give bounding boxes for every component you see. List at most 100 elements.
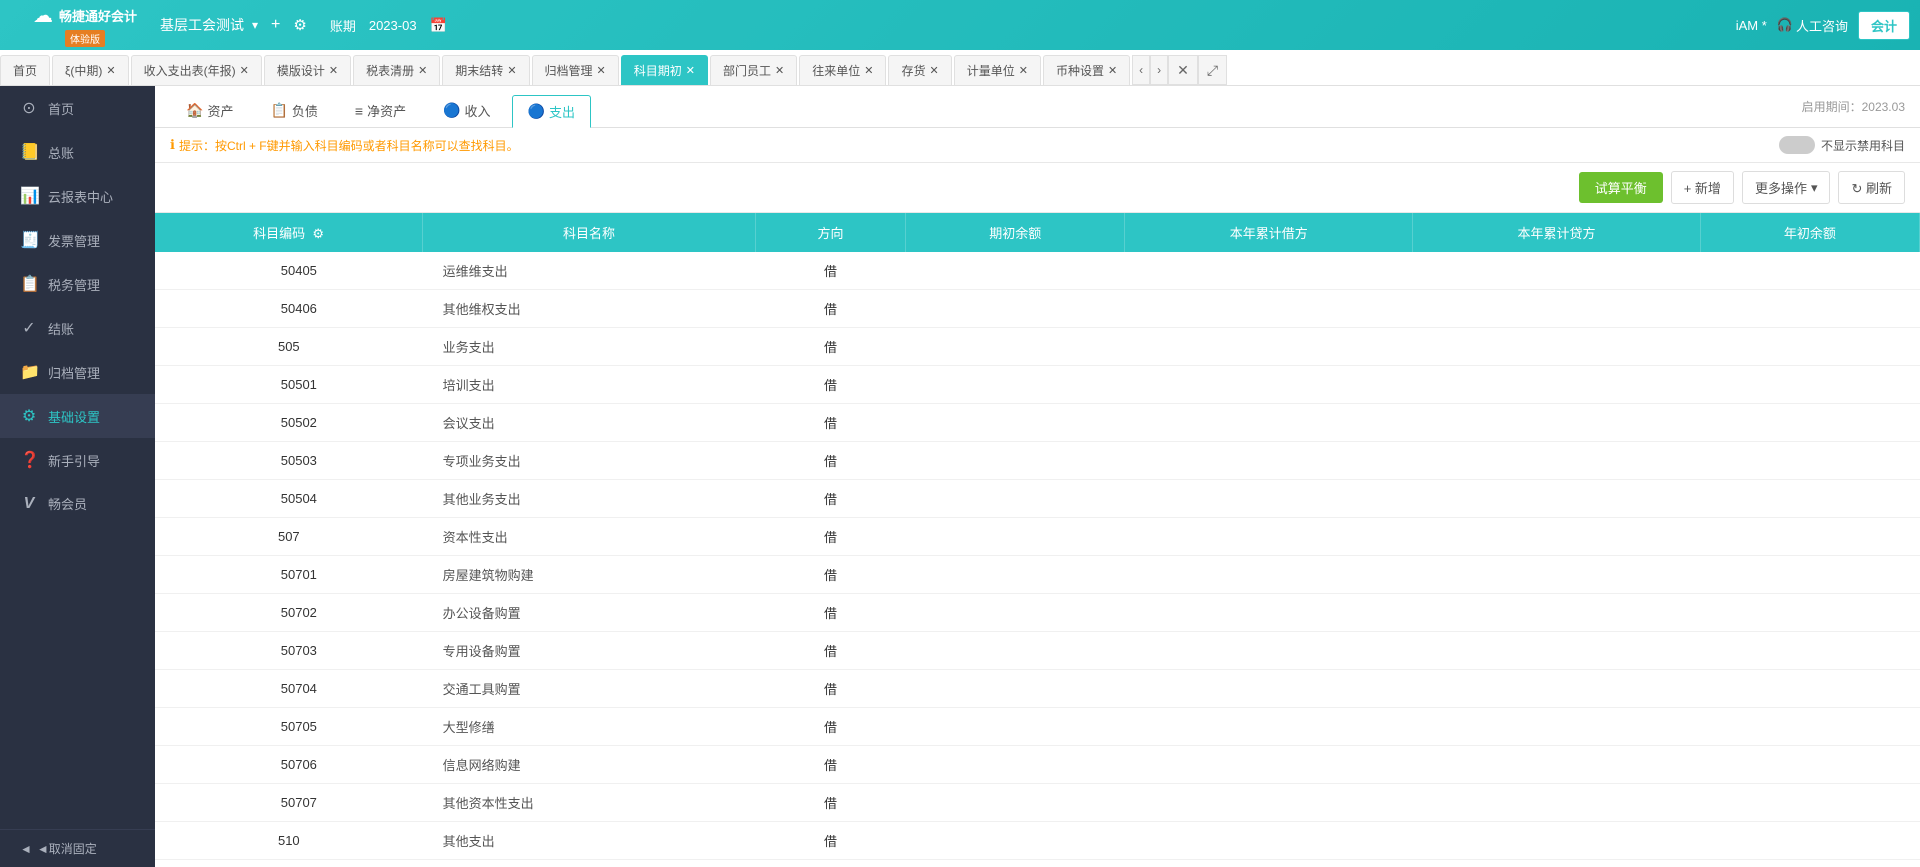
sidebar-item-guide[interactable]: ❓ 新手引导 — [0, 438, 155, 482]
table-row[interactable]: 50702 办公设备购置 借 — [155, 594, 1920, 632]
settings-icon[interactable]: ⚙ — [293, 16, 306, 34]
subtab-income-label: 收入 — [465, 101, 491, 120]
table-row[interactable]: 50706 信息网络购建 借 — [155, 746, 1920, 784]
table-row[interactable]: 50705 大型修缮 借 — [155, 708, 1920, 746]
cell-year-balance — [1700, 632, 1919, 670]
calendar-icon[interactable]: 📅 — [430, 17, 447, 34]
sidebar-item-home[interactable]: ⊙ 首页 — [0, 86, 155, 130]
cell-name: 信息网络购建 — [423, 746, 756, 784]
table-row[interactable]: 50504 其他业务支出 借 — [155, 480, 1920, 518]
gear-icon[interactable]: ⚙ — [312, 226, 324, 241]
tab-expand-button[interactable]: ⤢ — [1198, 55, 1227, 85]
table-row[interactable]: 505 业务支出 借 — [155, 328, 1920, 366]
table-row[interactable]: 50503 专项业务支出 借 — [155, 442, 1920, 480]
refresh-button[interactable]: ↻ 刷新 — [1838, 171, 1905, 204]
cell-code: 505 — [155, 328, 423, 366]
account-button[interactable]: 会计 — [1858, 11, 1910, 40]
subtab-income[interactable]: 🔵 收入 — [427, 94, 506, 127]
sidebar-item-archive[interactable]: 📁 归档管理 — [0, 350, 155, 394]
cell-name: 业务支出 — [423, 328, 756, 366]
tab-department-close[interactable]: ✕ — [775, 64, 784, 77]
sidebar-item-ledger[interactable]: 📒 总账 — [0, 130, 155, 174]
tab-inventory-close[interactable]: ✕ — [929, 64, 938, 77]
cell-year-balance — [1700, 822, 1919, 860]
cell-balance — [906, 746, 1125, 784]
sidebar-item-settings[interactable]: ⚙ 基础设置 — [0, 394, 155, 438]
cell-year-balance — [1700, 480, 1919, 518]
tab-template-close[interactable]: ✕ — [329, 64, 338, 77]
tab-cashflow-label: ξ(中期) — [65, 62, 102, 79]
tab-currency[interactable]: 币种设置 ✕ — [1043, 55, 1130, 85]
cell-code: 507 — [155, 518, 423, 556]
tab-inventory[interactable]: 存货 ✕ — [888, 55, 951, 85]
tab-home[interactable]: 首页 — [0, 55, 50, 85]
cell-code: 50405 — [155, 252, 423, 290]
cell-credit-year — [1413, 594, 1701, 632]
cell-credit-year — [1413, 708, 1701, 746]
tab-unit[interactable]: 往来单位 ✕ — [799, 55, 886, 85]
tab-subject-init[interactable]: 科目期初 ✕ — [621, 55, 708, 85]
cell-code: 50504 — [155, 480, 423, 518]
tab-measure[interactable]: 计量单位 ✕ — [954, 55, 1041, 85]
table-row[interactable]: 507 资本性支出 借 — [155, 518, 1920, 556]
table-row[interactable]: 50502 会议支出 借 — [155, 404, 1920, 442]
tab-currency-close[interactable]: ✕ — [1108, 64, 1117, 77]
table-row[interactable]: 50405 运维维支出 借 — [155, 252, 1920, 290]
add-company-icon[interactable]: + — [271, 16, 280, 34]
tab-period-end-close[interactable]: ✕ — [507, 64, 516, 77]
toggle-switch[interactable] — [1779, 136, 1815, 154]
sidebar-item-tax[interactable]: 📋 税务管理 — [0, 262, 155, 306]
balance-button[interactable]: 试算平衡 — [1579, 172, 1663, 203]
table-row[interactable]: 50704 交通工具购置 借 — [155, 670, 1920, 708]
tab-cashflow[interactable]: ξ(中期) ✕ — [52, 55, 129, 85]
cell-year-balance — [1700, 366, 1919, 404]
table-row[interactable]: 50703 专用设备购置 借 — [155, 632, 1920, 670]
cell-debit-year — [1125, 822, 1413, 860]
subtab-liability[interactable]: 📋 负债 — [254, 94, 333, 127]
sidebar-item-settle[interactable]: ✓ 结账 — [0, 306, 155, 350]
tab-department[interactable]: 部门员工 ✕ — [710, 55, 797, 85]
tab-measure-label: 计量单位 — [967, 62, 1015, 79]
tab-tax[interactable]: 税表清册 ✕ — [353, 55, 440, 85]
sidebar-item-member[interactable]: V 畅会员 — [0, 482, 155, 525]
company-dropdown-icon[interactable]: ▾ — [252, 18, 258, 32]
asset-icon: 🏠 — [186, 102, 203, 119]
add-button[interactable]: + 新增 — [1671, 171, 1734, 204]
tab-period-end[interactable]: 期末结转 ✕ — [442, 55, 529, 85]
sidebar-collapse-button[interactable]: ◄ ◄取消固定 — [0, 829, 155, 867]
sidebar-member-label: 畅会员 — [48, 494, 87, 513]
subtab-asset[interactable]: 🏠 资产 — [170, 94, 249, 127]
tab-prev-button[interactable]: ‹ — [1132, 55, 1150, 85]
tab-income-expense-close[interactable]: ✕ — [240, 64, 249, 77]
tab-archive[interactable]: 归档管理 ✕ — [532, 55, 619, 85]
cell-name: 办公设备购置 — [423, 594, 756, 632]
sidebar-item-invoice[interactable]: 🧾 发票管理 — [0, 218, 155, 262]
tab-next-button[interactable]: › — [1150, 55, 1168, 85]
tab-subject-init-close[interactable]: ✕ — [686, 64, 695, 77]
tab-archive-close[interactable]: ✕ — [597, 64, 606, 77]
tab-template[interactable]: 模版设计 ✕ — [264, 55, 351, 85]
subject-table: 科目编码 ⚙ 科目名称 方向 期初余额 本年累计借方 本年累计贷方 年初余额 5… — [155, 213, 1920, 860]
cell-credit-year — [1413, 784, 1701, 822]
subtab-net-asset[interactable]: ≡ 净资产 — [339, 94, 422, 127]
cell-balance — [906, 252, 1125, 290]
table-row[interactable]: 50501 培训支出 借 — [155, 366, 1920, 404]
table-row[interactable]: 510 其他支出 借 — [155, 822, 1920, 860]
more-button[interactable]: 更多操作 ▾ — [1742, 171, 1831, 204]
tab-cashflow-close[interactable]: ✕ — [106, 64, 115, 77]
help-button[interactable]: 🎧 人工咨询 — [1777, 16, 1848, 35]
cell-balance — [906, 480, 1125, 518]
table-row[interactable]: 50707 其他资本性支出 借 — [155, 784, 1920, 822]
tab-close-all-button[interactable]: ✕ — [1168, 55, 1198, 85]
table-row[interactable]: 50701 房屋建筑物购建 借 — [155, 556, 1920, 594]
tab-unit-close[interactable]: ✕ — [864, 64, 873, 77]
tab-measure-close[interactable]: ✕ — [1019, 64, 1028, 77]
tab-subject-init-label: 科目期初 — [634, 62, 682, 79]
sidebar-item-report[interactable]: 📊 云报表中心 — [0, 174, 155, 218]
tab-income-expense[interactable]: 收入支出表(年报) ✕ — [131, 55, 262, 85]
subtab-expense[interactable]: 🔵 支出 — [512, 95, 591, 128]
tab-tax-close[interactable]: ✕ — [418, 64, 427, 77]
table-row[interactable]: 50406 其他维权支出 借 — [155, 290, 1920, 328]
cell-debit-year — [1125, 746, 1413, 784]
cell-name: 培训支出 — [423, 366, 756, 404]
